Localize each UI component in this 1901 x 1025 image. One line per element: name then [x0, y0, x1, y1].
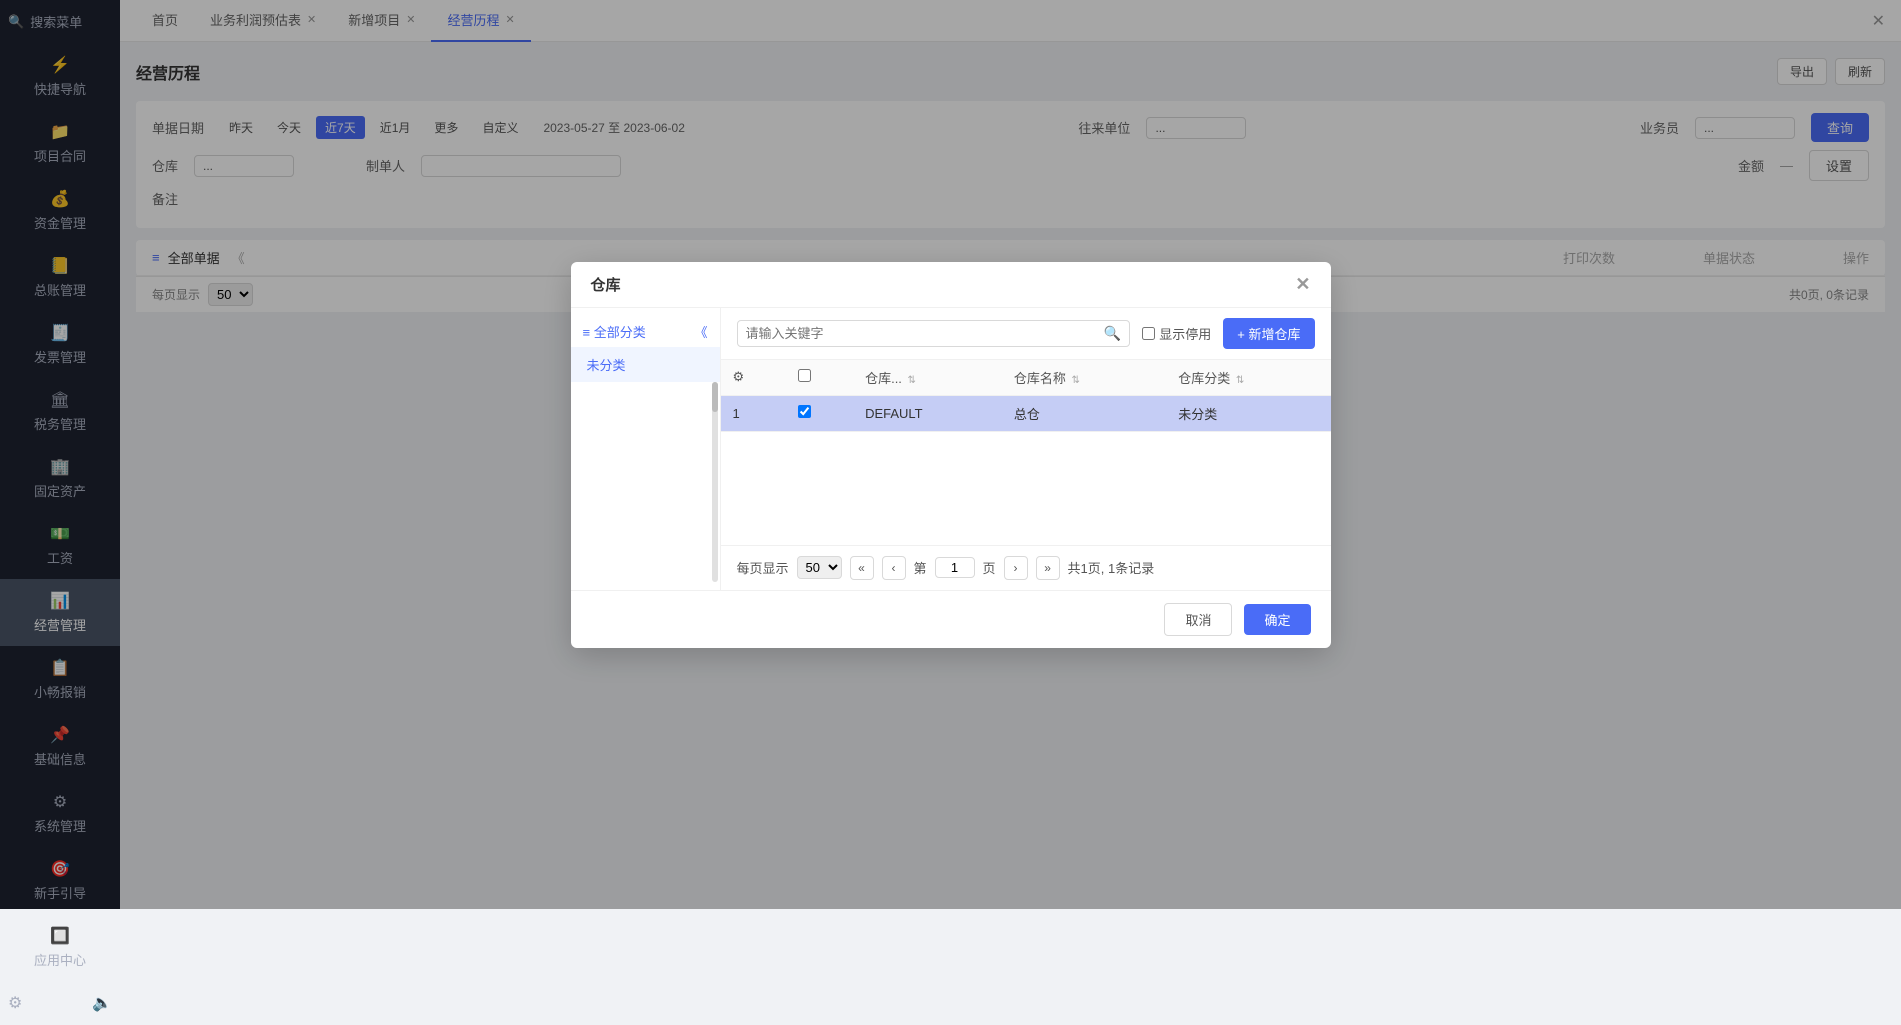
modal-pagination: 每页显示 50 « ‹ 第 页 › » 共1页, 1条记录	[721, 545, 1331, 590]
scrollbar-thumb[interactable]	[712, 382, 718, 412]
search-input-wrapper: 🔍	[737, 320, 1131, 347]
confirm-button[interactable]: 确定	[1244, 604, 1310, 635]
settings-icon[interactable]: ⚙	[8, 993, 22, 1013]
modal-close-btn[interactable]: ✕	[1295, 274, 1310, 295]
next-page-btn[interactable]: ›	[1004, 556, 1028, 580]
page-label: 第	[914, 558, 927, 577]
modal-title: 仓库	[591, 274, 621, 295]
first-page-btn[interactable]: «	[850, 556, 874, 580]
sidebar-app-center-label: 应用中心	[34, 950, 86, 969]
data-toolbar: 🔍 显示停用 + 新增仓库	[721, 308, 1331, 360]
th-settings[interactable]: ⚙	[721, 360, 786, 396]
table-head: ⚙ 仓库... ⇅ 仓库名称 ⇅	[721, 360, 1331, 396]
category-collapse-icon[interactable]: 《	[694, 322, 707, 341]
row-seq: 1	[721, 395, 786, 431]
sort-category-icon: ⇅	[1236, 375, 1244, 386]
row-checkbox[interactable]	[798, 405, 811, 418]
sound-icon[interactable]: 🔈	[92, 993, 112, 1013]
search-icon-modal: 🔍	[1104, 325, 1121, 342]
last-page-btn[interactable]: »	[1036, 556, 1060, 580]
th-code[interactable]: 仓库... ⇅	[853, 360, 1002, 396]
show-disabled-checkbox[interactable]	[1142, 327, 1155, 340]
sort-code-icon: ⇅	[908, 375, 916, 386]
modal-page-size-label: 每页显示	[737, 558, 789, 577]
th-name[interactable]: 仓库名称 ⇅	[1002, 360, 1166, 396]
warehouse-modal: 仓库 ✕ ≡ 全部分类 《 未分类	[571, 262, 1331, 648]
page-unit: 页	[983, 558, 996, 577]
category-all-header[interactable]: ≡ 全部分类 《	[571, 316, 720, 347]
category-scrollbar	[571, 382, 720, 582]
page-number-input[interactable]	[935, 557, 975, 578]
select-all-checkbox[interactable]	[798, 369, 811, 382]
prev-page-btn[interactable]: ‹	[882, 556, 906, 580]
add-warehouse-button[interactable]: + 新增仓库	[1223, 318, 1314, 349]
category-scroll: 未分类	[571, 347, 720, 382]
cancel-button[interactable]: 取消	[1164, 603, 1232, 636]
modal-header: 仓库 ✕	[571, 262, 1331, 308]
search-input[interactable]	[746, 326, 1104, 341]
grid-icon: 🔲	[50, 926, 70, 946]
category-item-unclassified[interactable]: 未分类	[571, 347, 720, 382]
sort-name-icon: ⇅	[1072, 375, 1080, 386]
data-panel: 🔍 显示停用 + 新增仓库 ⚙	[721, 308, 1331, 590]
modal-body: ≡ 全部分类 《 未分类	[571, 308, 1331, 590]
modal-page-size-select[interactable]: 50	[797, 556, 842, 579]
show-disabled-label[interactable]: 显示停用	[1142, 324, 1211, 343]
th-checkbox[interactable]	[786, 360, 854, 396]
sidebar-bottom: ⚙ 🔈	[0, 981, 120, 1025]
row-category: 未分类	[1166, 395, 1330, 431]
warehouse-table-body: 1 DEFAULT 总仓 未分类	[721, 395, 1331, 431]
scrollbar-track	[712, 382, 718, 582]
modal-overlay[interactable]: 仓库 ✕ ≡ 全部分类 《 未分类	[0, 0, 1901, 909]
category-item-unclassified-label: 未分类	[587, 358, 626, 373]
row-checkbox-cell[interactable]	[786, 395, 854, 431]
warehouse-table: ⚙ 仓库... ⇅ 仓库名称 ⇅	[721, 360, 1331, 545]
table-row[interactable]: 1 DEFAULT 总仓 未分类	[721, 395, 1331, 431]
category-panel: ≡ 全部分类 《 未分类	[571, 308, 721, 590]
modal-pagination-info: 共1页, 1条记录	[1068, 558, 1155, 577]
sidebar-item-app-center[interactable]: 🔲 应用中心	[0, 914, 120, 981]
category-all-label: ≡ 全部分类	[583, 322, 646, 341]
show-disabled-text: 显示停用	[1159, 324, 1211, 343]
row-name: 总仓	[1002, 395, 1166, 431]
modal-footer: 取消 确定	[571, 590, 1331, 648]
row-code: DEFAULT	[853, 395, 1002, 431]
th-category[interactable]: 仓库分类 ⇅	[1166, 360, 1330, 396]
